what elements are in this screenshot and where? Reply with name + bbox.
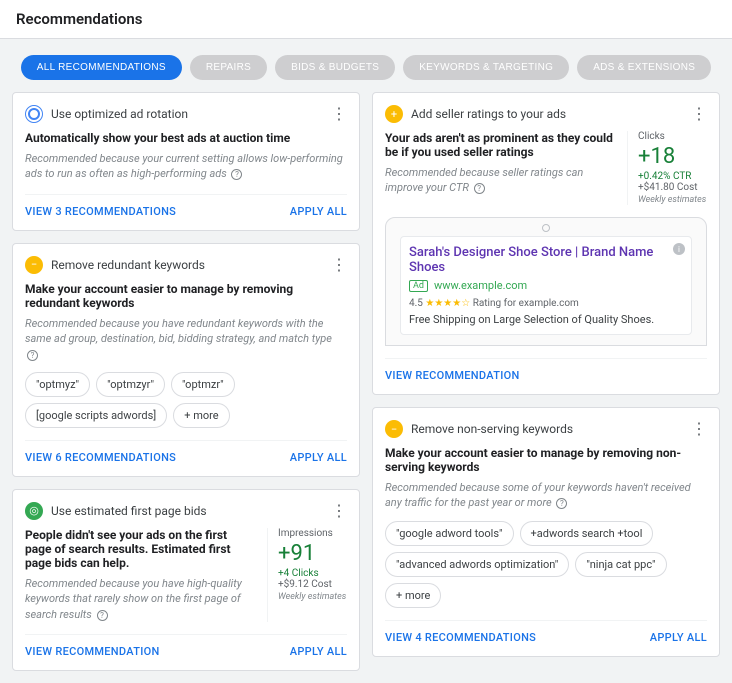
stat-note: Weekly estimates bbox=[638, 195, 707, 205]
tab-bids[interactable]: BIDS & BUDGETS bbox=[275, 55, 395, 80]
left-column: Use optimized ad rotation ⋮ Automaticall… bbox=[12, 92, 360, 671]
minus-icon: − bbox=[385, 420, 403, 438]
info-icon[interactable]: i bbox=[673, 243, 685, 255]
card-title: Remove redundant keywords bbox=[51, 258, 205, 272]
stat-sub: +0.42% CTR bbox=[638, 171, 707, 182]
reason: Recommended because some of your keyword… bbox=[385, 480, 707, 511]
ad-box: i Sarah's Designer Shoe Store | Brand Na… bbox=[400, 236, 692, 335]
view-link[interactable]: VIEW RECOMMENDATION bbox=[25, 645, 160, 658]
headline: Your ads aren't as prominent as they cou… bbox=[385, 131, 615, 159]
more-icon[interactable]: ⋮ bbox=[691, 106, 707, 122]
ad-desc: Free Shipping on Large Selection of Qual… bbox=[409, 313, 683, 326]
chip-more[interactable]: + more bbox=[173, 403, 229, 428]
headline: Make your account easier to manage by re… bbox=[385, 446, 707, 474]
stat-label: Clicks bbox=[638, 131, 707, 142]
chip[interactable]: "ninja cat ppc" bbox=[575, 552, 666, 577]
apply-link[interactable]: APPLY ALL bbox=[290, 451, 347, 464]
target-icon: ◎ bbox=[25, 502, 43, 520]
chip[interactable]: "optmzr" bbox=[171, 372, 235, 397]
chip[interactable]: "optmzyr" bbox=[96, 372, 165, 397]
target-icon bbox=[25, 105, 43, 123]
view-link[interactable]: VIEW RECOMMENDATION bbox=[385, 369, 520, 382]
more-icon[interactable]: ⋮ bbox=[331, 503, 347, 519]
cards-grid: Use optimized ad rotation ⋮ Automaticall… bbox=[0, 92, 732, 683]
view-link[interactable]: VIEW 3 RECOMMENDATIONS bbox=[25, 205, 176, 218]
tab-all[interactable]: ALL RECOMMENDATIONS bbox=[21, 55, 182, 80]
headline: Automatically show your best ads at auct… bbox=[25, 131, 347, 145]
apply-link[interactable]: APPLY ALL bbox=[650, 631, 707, 644]
help-icon[interactable]: ? bbox=[231, 169, 242, 180]
ad-url: www.example.com bbox=[434, 279, 527, 292]
headline: Make your account easier to manage by re… bbox=[25, 282, 347, 310]
reason: Recommended because you have high-qualit… bbox=[25, 576, 255, 622]
help-icon[interactable]: ? bbox=[556, 498, 567, 509]
reason: Recommended because your current setting… bbox=[25, 151, 347, 182]
stat-note: Weekly estimates bbox=[278, 592, 347, 602]
chip-more[interactable]: + more bbox=[385, 583, 441, 608]
more-icon[interactable]: ⋮ bbox=[691, 421, 707, 437]
tab-ads[interactable]: ADS & EXTENSIONS bbox=[577, 55, 711, 80]
right-column: + Add seller ratings to your ads ⋮ Your … bbox=[372, 92, 720, 671]
reason: Recommended because you have redundant k… bbox=[25, 316, 347, 362]
view-link[interactable]: VIEW 6 RECOMMENDATIONS bbox=[25, 451, 176, 464]
view-link[interactable]: VIEW 4 RECOMMENDATIONS bbox=[385, 631, 536, 644]
more-icon[interactable]: ⋮ bbox=[331, 106, 347, 122]
tab-keywords[interactable]: KEYWORDS & TARGETING bbox=[403, 55, 569, 80]
page-header: Recommendations bbox=[0, 0, 732, 39]
keyword-chips: "google adword tools" +adwords search +t… bbox=[385, 521, 707, 608]
minus-icon: − bbox=[25, 256, 43, 274]
card-rotation: Use optimized ad rotation ⋮ Automaticall… bbox=[12, 92, 360, 231]
stat-value: +18 bbox=[638, 144, 707, 169]
card-seller: + Add seller ratings to your ads ⋮ Your … bbox=[372, 92, 720, 395]
card-redundant: − Remove redundant keywords ⋮ Make your … bbox=[12, 243, 360, 477]
tab-repairs[interactable]: REPAIRS bbox=[190, 55, 267, 80]
stat-sub2: +$9.12 Cost bbox=[278, 579, 347, 590]
card-title: Remove non-serving keywords bbox=[411, 422, 573, 436]
stat-value: +91 bbox=[278, 541, 347, 566]
more-icon[interactable]: ⋮ bbox=[331, 257, 347, 273]
ad-rating: 4.5 ★★★★☆ Rating for example.com bbox=[409, 298, 683, 309]
help-icon[interactable]: ? bbox=[97, 610, 108, 621]
stat-sub: +4 Clicks bbox=[278, 568, 347, 579]
card-nonserving: − Remove non-serving keywords ⋮ Make you… bbox=[372, 407, 720, 657]
ad-badge: Ad bbox=[409, 280, 428, 292]
chip[interactable]: "advanced adwords optimization" bbox=[385, 552, 569, 577]
stat-block: Impressions +91 +4 Clicks +$9.12 Cost We… bbox=[267, 528, 347, 622]
apply-link[interactable]: APPLY ALL bbox=[290, 205, 347, 218]
apply-link[interactable]: APPLY ALL bbox=[290, 645, 347, 658]
reason: Recommended because seller ratings can i… bbox=[385, 165, 615, 196]
stat-sub2: +$41.80 Cost bbox=[638, 182, 707, 193]
plus-icon: + bbox=[385, 105, 403, 123]
ad-preview: i Sarah's Designer Shoe Store | Brand Na… bbox=[385, 217, 707, 346]
page-title: Recommendations bbox=[16, 10, 716, 28]
headline: People didn't see your ads on the first … bbox=[25, 528, 255, 570]
ad-title: Sarah's Designer Shoe Store | Brand Name… bbox=[409, 245, 683, 275]
card-title: Use estimated first page bids bbox=[51, 504, 207, 518]
chip[interactable]: [google scripts adwords] bbox=[25, 403, 167, 428]
stat-block: Clicks +18 +0.42% CTR +$41.80 Cost Weekl… bbox=[627, 131, 707, 205]
tab-bar: ALL RECOMMENDATIONS REPAIRS BIDS & BUDGE… bbox=[0, 39, 732, 92]
card-title: Use optimized ad rotation bbox=[51, 107, 188, 121]
chip[interactable]: "google adword tools" bbox=[385, 521, 514, 546]
chip[interactable]: "optmyz" bbox=[25, 372, 90, 397]
card-title: Add seller ratings to your ads bbox=[411, 107, 566, 121]
stars-icon: ★★★★☆ bbox=[425, 298, 470, 309]
help-icon[interactable]: ? bbox=[474, 183, 485, 194]
help-icon[interactable]: ? bbox=[27, 350, 38, 361]
card-firstpage: ◎ Use estimated first page bids ⋮ People… bbox=[12, 489, 360, 671]
stat-label: Impressions bbox=[278, 528, 347, 539]
chip[interactable]: +adwords search +tool bbox=[520, 521, 654, 546]
keyword-chips: "optmyz" "optmzyr" "optmzr" [google scri… bbox=[25, 372, 347, 428]
